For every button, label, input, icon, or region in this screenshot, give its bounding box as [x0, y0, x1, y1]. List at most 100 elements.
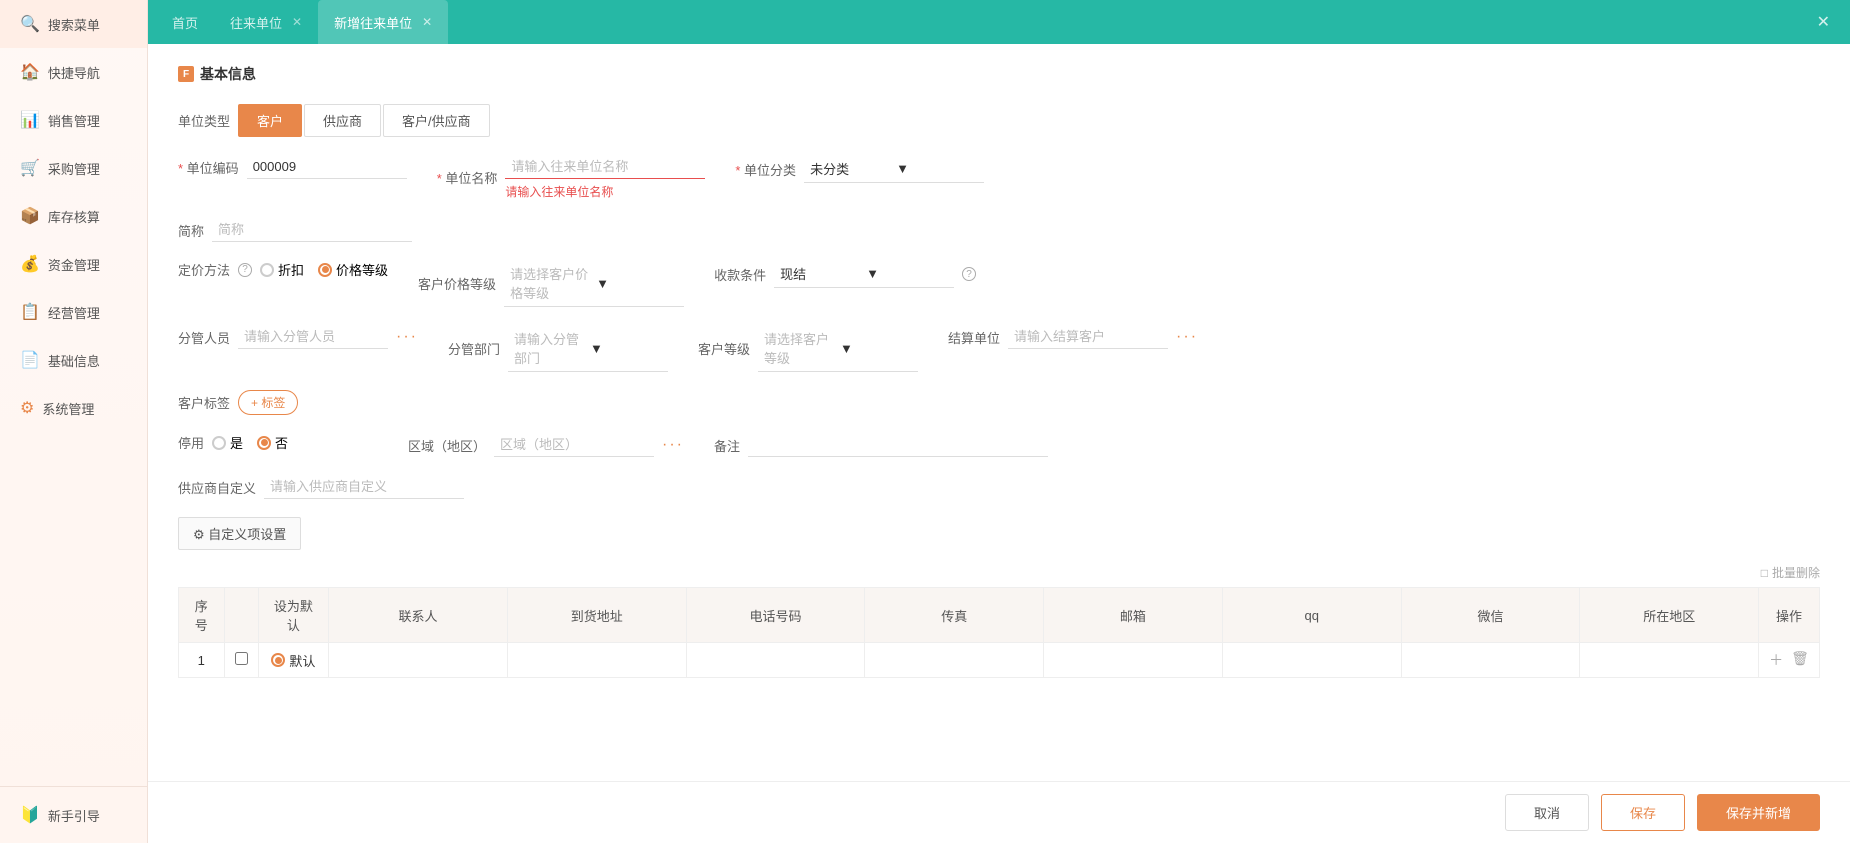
batch-delete-label[interactable]: 批量删除: [1772, 564, 1820, 581]
unit-category-field: 单位分类 未分类 ▼: [735, 155, 984, 183]
row-action-btns: ＋ 🗑: [1769, 650, 1809, 670]
contact-input[interactable]: [339, 653, 497, 668]
row-action: ＋ 🗑: [1759, 643, 1820, 678]
phone-input[interactable]: [697, 653, 855, 668]
row-default[interactable]: 默认: [258, 643, 329, 678]
unit-code-input[interactable]: [247, 155, 407, 179]
form-row-manager: 分管人员 ··· 分管部门 请输入分管部门 ▼ 客户等级 请选择客户等级 ▼ 结…: [178, 325, 1820, 372]
row-no: 1: [179, 643, 225, 678]
custom-settings-button[interactable]: ⚙ 自定义项设置: [178, 517, 301, 550]
save-button[interactable]: 保存: [1601, 794, 1685, 831]
col-address: 到货地址: [507, 588, 686, 643]
sidebar-item-sales[interactable]: 📊 销售管理: [0, 96, 147, 144]
sidebar-item-purchase[interactable]: 🛒 采购管理: [0, 144, 147, 192]
supplier-custom-field: 供应商自定义: [178, 475, 464, 499]
unit-btn-both[interactable]: 客户/供应商: [383, 104, 490, 137]
radio-no[interactable]: 否: [257, 433, 288, 452]
department-label: 分管部门: [448, 339, 500, 358]
guide-icon: 🔰: [20, 805, 40, 825]
payment-help-icon[interactable]: ?: [962, 267, 976, 281]
unit-category-label: 单位分类: [735, 160, 796, 179]
fax-input[interactable]: [875, 653, 1033, 668]
row-default-radio[interactable]: 默认: [269, 651, 319, 670]
unit-name-input[interactable]: [505, 155, 705, 179]
unit-category-select[interactable]: 未分类 ▼: [804, 155, 984, 183]
manager-input[interactable]: [238, 325, 388, 349]
row-wechat[interactable]: [1401, 643, 1580, 678]
row-phone[interactable]: [686, 643, 865, 678]
short-name-input[interactable]: [212, 218, 412, 242]
radio-discount[interactable]: 折扣: [260, 260, 304, 279]
chevron-down-icon4: ▼: [590, 341, 662, 356]
col-region: 所在地区: [1580, 588, 1759, 643]
home-icon: 🏠: [20, 62, 40, 82]
cancel-button[interactable]: 取消: [1505, 794, 1589, 831]
tab-new-partner[interactable]: 新增往来单位 ✕: [318, 0, 448, 44]
row-region[interactable]: [1580, 643, 1759, 678]
price-level-select[interactable]: 请选择客户价格等级 ▼: [504, 260, 684, 307]
form-row-disabled: 停用 是 否 区域（地区） ··· 备注: [178, 433, 1820, 457]
customer-level-select[interactable]: 请选择客户等级 ▼: [758, 325, 918, 372]
row-qq[interactable]: [1222, 643, 1401, 678]
region-field: 区域（地区） ···: [408, 433, 684, 457]
batch-delete-area: □ 批量删除: [178, 564, 1820, 581]
tab-partners[interactable]: 往来单位 ✕: [214, 0, 318, 44]
email-input[interactable]: [1054, 653, 1212, 668]
pricing-help-icon[interactable]: ?: [238, 263, 252, 277]
delete-row-btn[interactable]: 🗑: [1791, 650, 1809, 670]
row-check[interactable]: [224, 643, 258, 678]
manager-more-btn[interactable]: ···: [396, 328, 418, 346]
form-row-code-name: 单位编码 单位名称 请输入往来单位名称 单位分类 未分类 ▼: [178, 155, 1820, 200]
sidebar-item-operations[interactable]: 📋 经营管理: [0, 288, 147, 336]
sidebar-item-inventory[interactable]: 📦 库存核算: [0, 192, 147, 240]
add-row-btn[interactable]: ＋: [1769, 650, 1783, 670]
default-radio-circle: [271, 653, 285, 667]
form-row-pricing: 定价方法 ? 折扣 价格等级 客户价格等级 请选择客户价格等级: [178, 260, 1820, 307]
supplier-custom-input[interactable]: [264, 475, 464, 499]
sidebar-item-guide[interactable]: 🔰 新手引导: [0, 795, 147, 835]
settlement-input[interactable]: [1008, 325, 1168, 349]
notes-input[interactable]: [748, 433, 1048, 457]
radio-price-level[interactable]: 价格等级: [318, 260, 388, 279]
chevron-down-icon5: ▼: [840, 341, 912, 356]
row-region-input[interactable]: [1590, 653, 1748, 668]
tab-partners-close[interactable]: ✕: [292, 15, 302, 29]
tab-home[interactable]: 首页: [156, 0, 214, 44]
disabled-radio-group: 是 否: [212, 433, 288, 452]
unit-btn-supplier[interactable]: 供应商: [304, 104, 381, 137]
department-select[interactable]: 请输入分管部门 ▼: [508, 325, 668, 372]
notes-label: 备注: [714, 436, 740, 455]
save-and-new-button[interactable]: 保存并新增: [1697, 794, 1820, 831]
radio-yes[interactable]: 是: [212, 433, 243, 452]
row-fax[interactable]: [865, 643, 1044, 678]
settlement-more-btn[interactable]: ···: [1176, 328, 1198, 346]
manager-field: 分管人员 ···: [178, 325, 418, 349]
row-email[interactable]: [1044, 643, 1223, 678]
form-row-tags: 客户标签 + 标签: [178, 390, 1820, 415]
row-address[interactable]: [507, 643, 686, 678]
form-footer: 取消 保存 保存并新增: [148, 781, 1850, 843]
add-tag-button[interactable]: + 标签: [238, 390, 298, 415]
row-contact[interactable]: [329, 643, 508, 678]
short-name-field: 简称: [178, 218, 412, 242]
sidebar-item-quick-nav[interactable]: 🏠 快捷导航: [0, 48, 147, 96]
department-field: 分管部门 请输入分管部门 ▼: [448, 325, 668, 372]
short-name-label: 简称: [178, 221, 204, 240]
wechat-input[interactable]: [1412, 653, 1570, 668]
sidebar-item-search[interactable]: 🔍 搜索菜单: [0, 0, 147, 48]
sidebar-item-system[interactable]: ⚙ 系统管理: [0, 384, 147, 432]
unit-btn-customer[interactable]: 客户: [238, 104, 302, 137]
tab-new-partner-close[interactable]: ✕: [422, 15, 432, 29]
address-input[interactable]: [518, 653, 676, 668]
sidebar-item-finance[interactable]: 💰 资金管理: [0, 240, 147, 288]
payment-terms-label: 收款条件: [714, 265, 766, 284]
chart-icon: 📊: [20, 110, 40, 130]
qq-input[interactable]: [1233, 653, 1391, 668]
payment-terms-select[interactable]: 现结 ▼: [774, 260, 954, 288]
row-checkbox[interactable]: [235, 652, 248, 665]
sidebar-item-basic[interactable]: 📄 基础信息: [0, 336, 147, 384]
region-more-btn[interactable]: ···: [662, 436, 684, 454]
region-input[interactable]: [494, 433, 654, 457]
unit-code-field: 单位编码: [178, 155, 407, 179]
close-all-tabs[interactable]: ✕: [1805, 12, 1842, 32]
